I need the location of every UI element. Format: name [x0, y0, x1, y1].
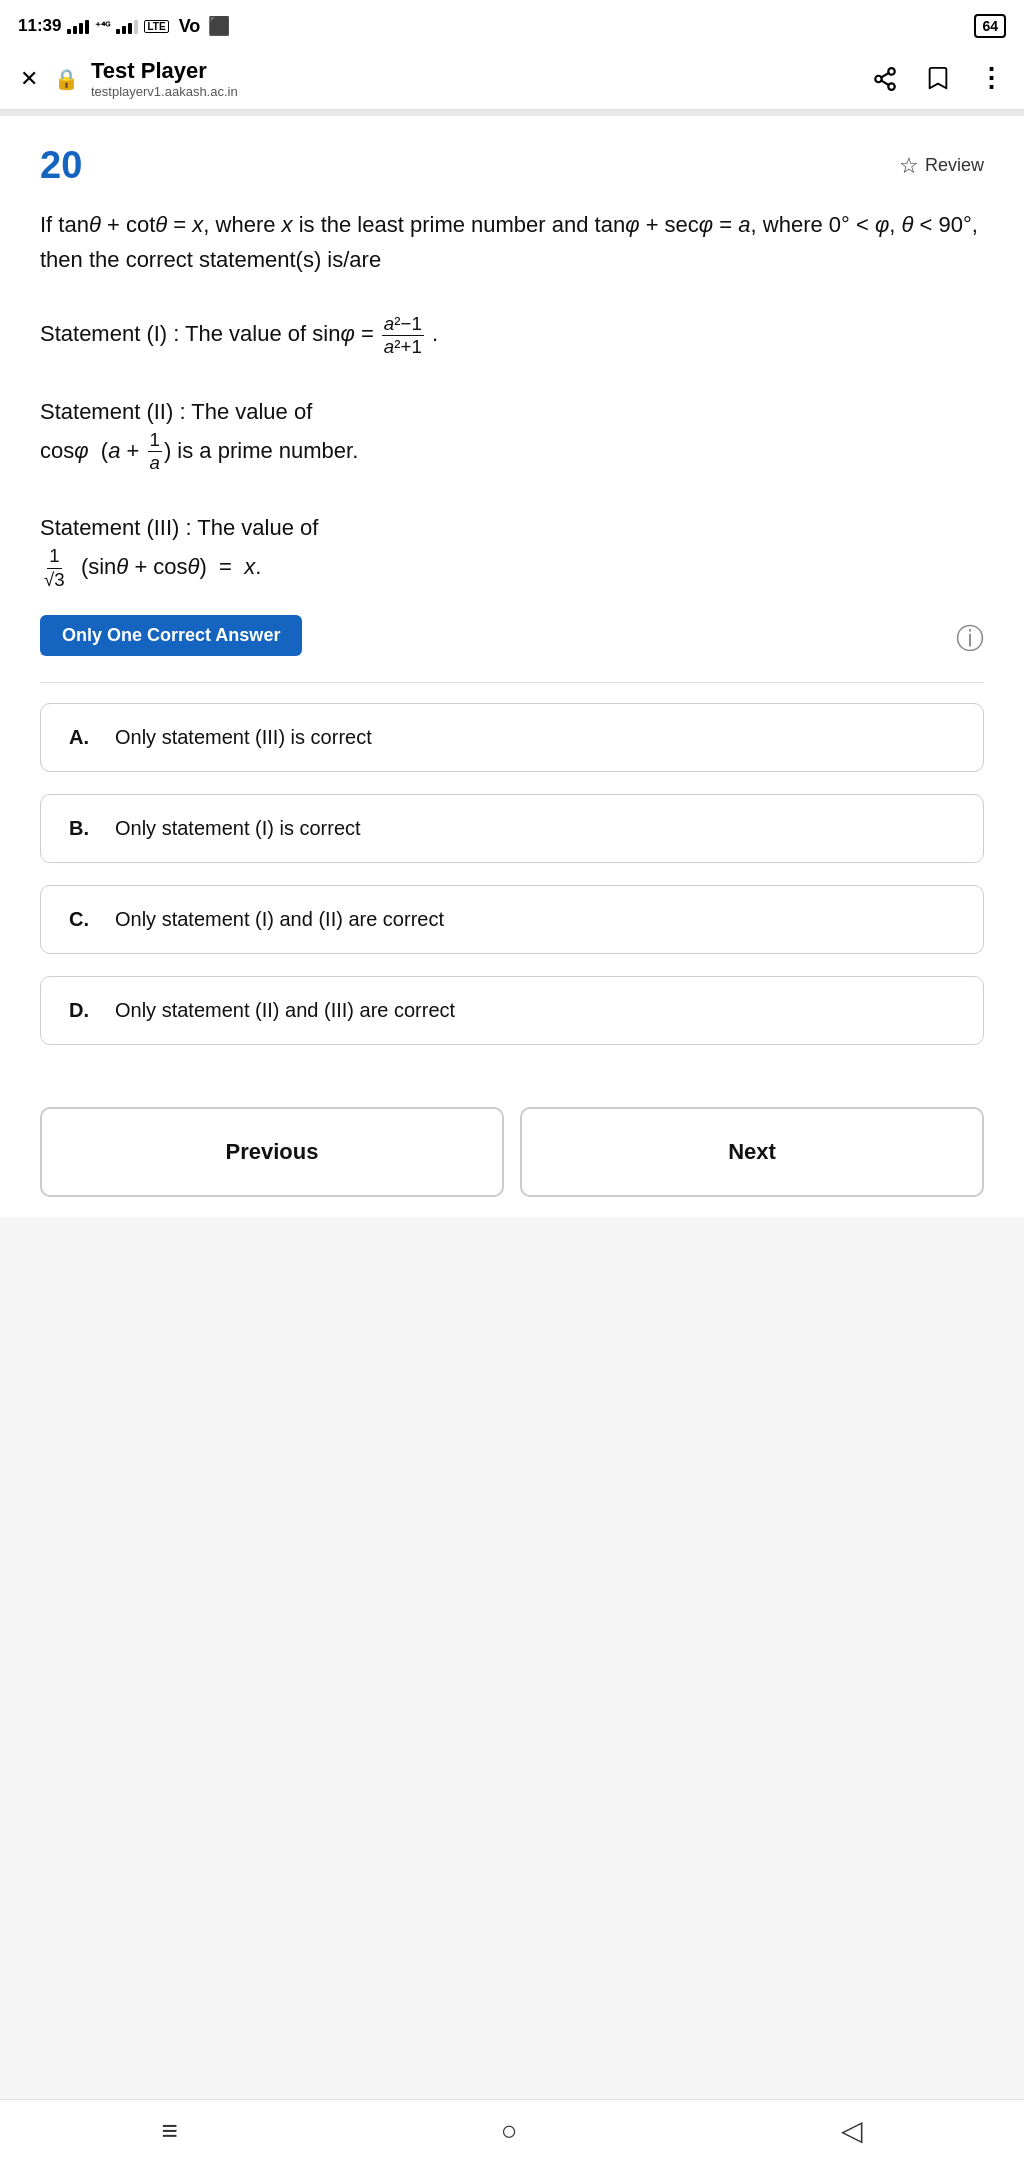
option-a-letter: A. [69, 726, 97, 749]
more-menu-button[interactable]: ⋮ [974, 59, 1008, 98]
bar2 [73, 26, 77, 34]
option-d[interactable]: D. Only statement (II) and (III) are cor… [40, 976, 984, 1045]
fraction-onea: 1 a [148, 429, 162, 475]
question-header: 20 ☆ Review [40, 144, 984, 187]
frac2-den: a [148, 452, 162, 474]
status-right: 64 [974, 14, 1006, 38]
fraction-sinphi: a²−1 a²+1 [382, 313, 424, 359]
bar2-3 [128, 23, 132, 34]
answer-type-badge[interactable]: Only One Correct Answer [40, 615, 302, 656]
option-a[interactable]: A. Only statement (III) is correct [40, 703, 984, 772]
option-d-letter: D. [69, 999, 97, 1022]
battery-level: 64 [974, 14, 1006, 38]
previous-button[interactable]: Previous [40, 1107, 504, 1197]
question-body: If tanθ + cotθ = x, where x is the least… [40, 207, 984, 591]
review-button[interactable]: ☆ Review [899, 153, 984, 179]
option-c-letter: C. [69, 908, 97, 931]
option-b-letter: B. [69, 817, 97, 840]
review-label: Review [925, 155, 984, 176]
var-x2: x [282, 212, 293, 237]
svg-line-4 [881, 73, 888, 77]
back-icon-button[interactable]: ◁ [841, 2114, 863, 2147]
bottom-bar: ≡ ○ ◁ [0, 2099, 1024, 2161]
statement-2b: cosφ (a + 1 a ) is a prime number. [40, 438, 358, 463]
frac3-den: √3 [42, 569, 67, 591]
statement-3b: 1 √3 (sinθ + cosθ) = x. [40, 554, 261, 579]
theta1: θ [89, 212, 101, 237]
statement-1: Statement (I) : The value of sinφ = a²−1… [40, 321, 438, 346]
main-content: 20 ☆ Review If tanθ + cotθ = x, where x … [0, 116, 1024, 1087]
options-list: A. Only statement (III) is correct B. On… [40, 703, 984, 1067]
svg-line-3 [881, 80, 888, 84]
app-name: Test Player [91, 58, 856, 84]
divider-1 [40, 682, 984, 683]
frac2-num: 1 [148, 429, 162, 452]
question-text-main: If tanθ + cotθ = x, where x is the least… [40, 212, 978, 272]
bar1 [67, 29, 71, 34]
status-dot: ⬛ [208, 15, 230, 37]
share-button[interactable] [868, 62, 902, 96]
toolbar: ✕ 🔒 Test Player testplayerv1.aakash.ac.i… [0, 48, 1024, 110]
lock-icon: 🔒 [54, 67, 79, 91]
nav-buttons: Previous Next [0, 1087, 1024, 1217]
bar4 [85, 20, 89, 34]
bar2-1 [116, 29, 120, 34]
theta3: θ [902, 212, 914, 237]
bar2-2 [122, 26, 126, 34]
option-c-text: Only statement (I) and (II) are correct [115, 908, 444, 931]
option-d-text: Only statement (II) and (III) are correc… [115, 999, 455, 1022]
phi1: φ [625, 212, 639, 237]
fraction-sqrt3: 1 √3 [42, 545, 67, 591]
info-button[interactable]: ⓘ [956, 620, 984, 658]
menu-icon-button[interactable]: ≡ [161, 2115, 177, 2147]
question-number: 20 [40, 144, 82, 187]
toolbar-title: Test Player testplayerv1.aakash.ac.in [91, 58, 856, 99]
home-icon-button[interactable]: ○ [501, 2115, 518, 2147]
option-a-text: Only statement (III) is correct [115, 726, 372, 749]
answer-type-row: Only One Correct Answer ⓘ [40, 615, 984, 672]
statement-3: Statement (III) : The value of [40, 515, 318, 540]
bookmark-button[interactable] [922, 62, 954, 96]
close-button[interactable]: ✕ [16, 62, 42, 96]
lte-badge: LTE [144, 20, 168, 33]
next-button[interactable]: Next [520, 1107, 984, 1197]
frac3-num: 1 [47, 545, 61, 568]
phi3: φ [875, 212, 889, 237]
app-url: testplayerv1.aakash.ac.in [91, 84, 856, 99]
status-bar: 11:39 ⁺⁴ᴳ LTE Vo ⬛ 64 [0, 0, 1024, 48]
star-icon: ☆ [899, 153, 919, 179]
signal-bars [67, 18, 89, 34]
spacer [0, 1217, 1024, 1297]
option-b[interactable]: B. Only statement (I) is correct [40, 794, 984, 863]
var-a: a [738, 212, 750, 237]
frac-num: a²−1 [382, 313, 424, 336]
option-c[interactable]: C. Only statement (I) and (II) are corre… [40, 885, 984, 954]
bar2-4 [134, 20, 138, 34]
bar3 [79, 23, 83, 34]
signal-bars-2 [116, 18, 138, 34]
phi2: φ [699, 212, 713, 237]
network-4g: ⁺⁴ᴳ [95, 20, 110, 33]
var-x: x [192, 212, 203, 237]
theta2: θ [155, 212, 167, 237]
frac-den: a²+1 [382, 336, 424, 358]
statement-2: Statement (II) : The value of [40, 399, 312, 424]
status-time: 11:39 [18, 16, 61, 36]
status-left: 11:39 ⁺⁴ᴳ LTE Vo ⬛ [18, 15, 230, 37]
toolbar-icons: ⋮ [868, 59, 1008, 98]
vo-badge: Vo [179, 16, 201, 37]
option-b-text: Only statement (I) is correct [115, 817, 361, 840]
